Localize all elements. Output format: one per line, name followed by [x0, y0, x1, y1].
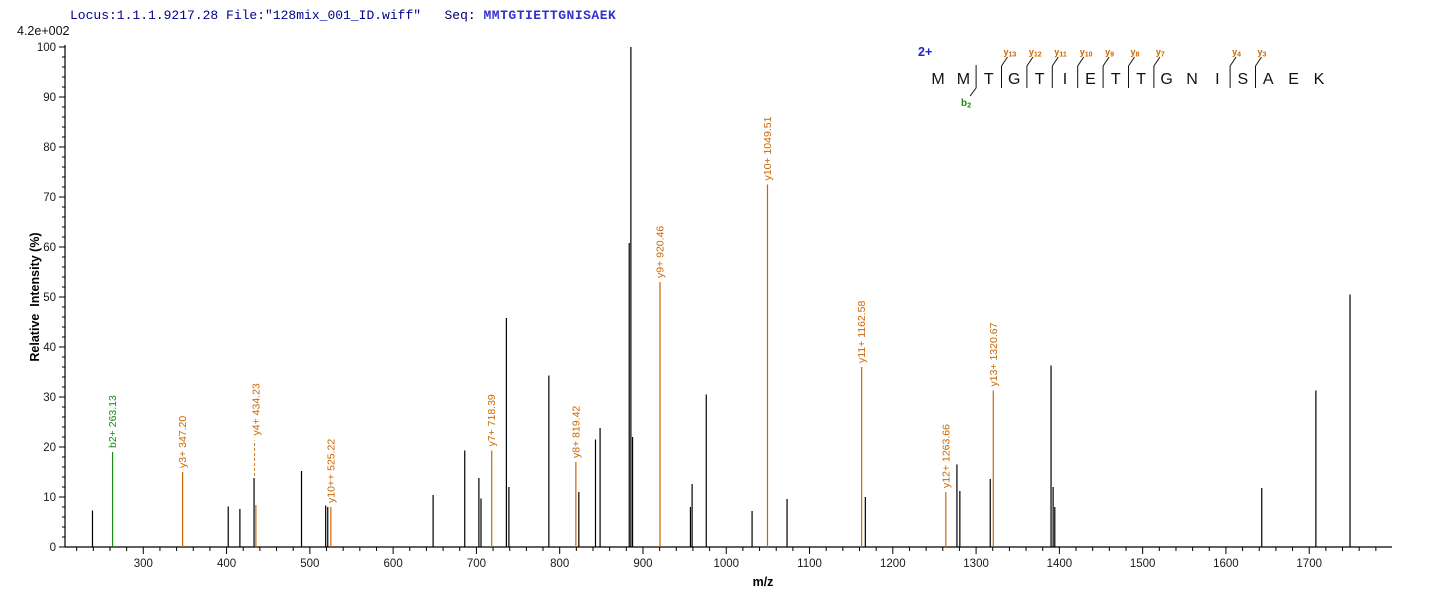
peak-annotation-label: y8+ 819.42: [570, 406, 582, 458]
x-tick-label: 900: [633, 558, 652, 570]
peptide-residue: T: [1035, 71, 1045, 88]
y-tick-label: 10: [43, 492, 56, 504]
peak-annotation-label: y7+ 718.39: [486, 394, 498, 446]
peptide-residue: E: [1085, 71, 1096, 88]
peptide-residue: G: [1160, 71, 1172, 88]
peak-annotation-label: y9+ 920.46: [655, 226, 667, 278]
peptide-residue: T: [984, 71, 994, 88]
y-tick-label: 60: [43, 242, 56, 254]
peptide-residue: T: [1111, 71, 1121, 88]
peptide-residue: S: [1237, 71, 1248, 88]
x-tick-label: 1600: [1213, 558, 1239, 570]
peak-annotation-label: y3+ 347.20: [177, 416, 189, 468]
x-tick-label: 1000: [713, 558, 739, 570]
peptide-residue: A: [1263, 71, 1274, 88]
peak-annotation-label: y10+ 1049.51: [762, 116, 774, 180]
peak-annotation-label: b2+ 263.13: [107, 395, 119, 448]
x-tick-label: 1700: [1296, 558, 1322, 570]
peak-annotation-label: y13+ 1320.67: [988, 322, 1000, 386]
y-fragment-label: y9: [1105, 47, 1114, 59]
x-tick-label: 300: [134, 558, 153, 570]
peptide-residue: I: [1215, 71, 1219, 88]
peptide-residue: M: [931, 71, 944, 88]
y-fragment-label: y8: [1131, 47, 1140, 59]
y-fragment-marker-slash: [1129, 57, 1135, 66]
y-fragment-label: y11: [1054, 47, 1067, 59]
peptide-residue: G: [1008, 71, 1020, 88]
peptide-residue: I: [1063, 71, 1067, 88]
x-tick-label: 1400: [1047, 558, 1073, 570]
y-fragment-marker-slash: [1002, 57, 1008, 66]
x-tick-label: 600: [384, 558, 403, 570]
peak-annotation-label: y11+ 1162.58: [856, 300, 868, 363]
peak-annotation-label: y4+ 434.23: [250, 383, 262, 435]
peptide-residue: M: [957, 71, 970, 88]
spectrum-plot: 0 10 20 30 40 50 60 70 80 90 100 300 400 500 600 700 800…: [0, 0, 1436, 605]
x-tick-label: 700: [467, 558, 486, 570]
y-fragment-label: y7: [1156, 47, 1165, 59]
b-fragment-marker-slash: [970, 88, 976, 96]
b-fragment-label: b2: [961, 98, 971, 110]
y-tick-label: 0: [50, 542, 56, 554]
y-fragment-marker-slash: [1027, 57, 1033, 66]
y-tick-label: 40: [43, 342, 56, 354]
y-fragment-marker-slash: [1230, 57, 1236, 66]
spectrum-viewer: Locus:1.1.1.9217.28 File:"128mix_001_ID.…: [0, 0, 1436, 605]
y-tick-label: 100: [37, 42, 56, 54]
y-fragment-marker-slash: [1052, 57, 1058, 66]
peptide-residue: E: [1288, 71, 1299, 88]
peak-annotation-label: y12+ 1263.66: [940, 424, 952, 488]
x-tick-label: 400: [217, 558, 236, 570]
y-fragment-marker-slash: [1103, 57, 1109, 66]
y-tick-label: 70: [43, 192, 56, 204]
y-fragment-marker-slash: [1256, 57, 1262, 66]
y-tick-label: 80: [43, 142, 56, 154]
x-tick-label: 1300: [963, 558, 989, 570]
x-tick-label: 1500: [1130, 558, 1156, 570]
y-fragment-marker-slash: [1154, 57, 1160, 66]
x-tick-label: 800: [550, 558, 569, 570]
y-fragment-label: y13: [1004, 47, 1017, 59]
x-tick-label: 500: [300, 558, 319, 570]
y-tick-label: 30: [43, 392, 56, 404]
y-fragment-label: y3: [1258, 47, 1267, 59]
x-tick-label: 1100: [797, 558, 822, 570]
peptide-residue: N: [1186, 71, 1198, 88]
peak-annotation-label: y10++ 525.22: [325, 439, 337, 503]
peptide-residue: K: [1314, 71, 1325, 88]
y-fragment-label: y12: [1029, 47, 1042, 59]
peptide-residue: T: [1136, 71, 1146, 88]
y-fragment-label: y10: [1080, 47, 1093, 59]
y-tick-label: 90: [43, 92, 56, 104]
y-tick-label: 20: [43, 442, 56, 454]
y-tick-label: 50: [43, 292, 56, 304]
y-fragment-label: y4: [1232, 47, 1241, 59]
x-tick-label: 1200: [880, 558, 906, 570]
y-fragment-marker-slash: [1078, 57, 1084, 66]
